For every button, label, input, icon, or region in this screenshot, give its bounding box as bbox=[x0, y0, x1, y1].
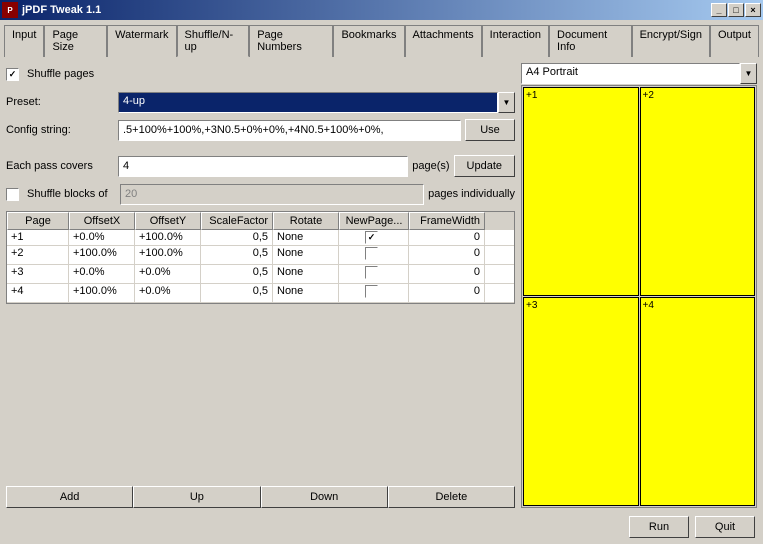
config-label: Config string: bbox=[6, 124, 114, 136]
blocks-checkbox[interactable] bbox=[6, 188, 19, 201]
up-button[interactable]: Up bbox=[133, 486, 260, 508]
cell[interactable]: 0,5 bbox=[201, 284, 273, 302]
cell[interactable]: 0 bbox=[409, 246, 485, 264]
cell[interactable]: +1 bbox=[7, 230, 69, 245]
tab-bar: InputPage SizeWatermarkShuffle/N-upPage … bbox=[4, 24, 759, 57]
shuffle-table: PageOffsetXOffsetYScaleFactorRotateNewPa… bbox=[6, 211, 515, 304]
cell[interactable] bbox=[339, 230, 409, 245]
column-header[interactable]: NewPage... bbox=[339, 212, 409, 230]
cell[interactable]: +0.0% bbox=[135, 265, 201, 283]
preview-page-label: +2 bbox=[643, 90, 654, 101]
left-pane: Shuffle pages Preset: 4-up ▼ Config stri… bbox=[6, 63, 515, 508]
preset-label: Preset: bbox=[6, 96, 114, 108]
delete-button[interactable]: Delete bbox=[388, 486, 515, 508]
quit-button[interactable]: Quit bbox=[695, 516, 755, 538]
config-input[interactable] bbox=[118, 120, 461, 141]
shuffle-pages-label: Shuffle pages bbox=[27, 68, 94, 80]
use-button[interactable]: Use bbox=[465, 119, 515, 141]
individually-label: pages individually bbox=[428, 188, 515, 200]
cell[interactable]: +0.0% bbox=[69, 230, 135, 245]
blocks-input bbox=[120, 184, 424, 205]
column-header[interactable]: Page bbox=[7, 212, 69, 230]
tab-shuffle-n-up[interactable]: Shuffle/N-up bbox=[177, 25, 250, 57]
pass-input[interactable] bbox=[118, 156, 408, 177]
shuffle-pages-checkbox[interactable] bbox=[6, 68, 19, 81]
down-button[interactable]: Down bbox=[261, 486, 388, 508]
table-row[interactable]: +3+0.0%+0.0%0,5None0 bbox=[7, 265, 514, 284]
cell[interactable]: 0 bbox=[409, 284, 485, 302]
update-button[interactable]: Update bbox=[454, 155, 515, 177]
cell[interactable]: +0.0% bbox=[135, 284, 201, 302]
media-select[interactable]: A4 Portrait bbox=[521, 63, 740, 84]
preview-page: +4 bbox=[640, 297, 756, 506]
tab-output[interactable]: Output bbox=[710, 25, 759, 57]
cell[interactable]: None bbox=[273, 246, 339, 264]
newpage-checkbox[interactable] bbox=[365, 266, 378, 279]
preview-page-label: +4 bbox=[643, 300, 654, 311]
cell[interactable]: +100.0% bbox=[135, 230, 201, 245]
newpage-checkbox[interactable] bbox=[365, 247, 378, 260]
cell[interactable]: None bbox=[273, 265, 339, 283]
table-row[interactable]: +1+0.0%+100.0%0,5None 0 bbox=[7, 230, 514, 246]
column-header[interactable]: ScaleFactor bbox=[201, 212, 273, 230]
close-button[interactable]: × bbox=[745, 3, 761, 17]
titlebar: P jPDF Tweak 1.1 _ □ × bbox=[0, 0, 763, 20]
cell[interactable]: 0,5 bbox=[201, 230, 273, 245]
tab-input[interactable]: Input bbox=[4, 25, 44, 57]
cell[interactable]: +3 bbox=[7, 265, 69, 283]
cell[interactable]: None bbox=[273, 230, 339, 245]
media-dropdown-icon[interactable]: ▼ bbox=[740, 63, 757, 84]
preview-page: +1 bbox=[523, 87, 639, 296]
tab-encrypt-sign[interactable]: Encrypt/Sign bbox=[632, 25, 710, 57]
tab-watermark[interactable]: Watermark bbox=[107, 25, 176, 57]
column-header[interactable]: OffsetY bbox=[135, 212, 201, 230]
tab-interaction[interactable]: Interaction bbox=[482, 25, 549, 57]
cell[interactable]: +100.0% bbox=[135, 246, 201, 264]
column-header[interactable]: OffsetX bbox=[69, 212, 135, 230]
cell[interactable]: 0 bbox=[409, 265, 485, 283]
cell[interactable]: +2 bbox=[7, 246, 69, 264]
preview-page-label: +1 bbox=[526, 90, 537, 101]
tab-document-info[interactable]: Document Info bbox=[549, 25, 632, 57]
cell[interactable] bbox=[339, 284, 409, 302]
cell[interactable]: +0.0% bbox=[69, 265, 135, 283]
maximize-button[interactable]: □ bbox=[728, 3, 744, 17]
tab-page-numbers[interactable]: Page Numbers bbox=[249, 25, 333, 57]
preview-page: +3 bbox=[523, 297, 639, 506]
cell[interactable]: None bbox=[273, 284, 339, 302]
cell[interactable]: 0,5 bbox=[201, 265, 273, 283]
cell[interactable]: +100.0% bbox=[69, 284, 135, 302]
blocks-label: Shuffle blocks of bbox=[27, 188, 116, 200]
preview-page-label: +3 bbox=[526, 300, 537, 311]
preview-area: +1 +2 +3 +4 bbox=[521, 85, 757, 508]
tab-attachments[interactable]: Attachments bbox=[405, 25, 482, 57]
pass-label: Each pass covers bbox=[6, 160, 114, 172]
cell[interactable]: 0 bbox=[409, 230, 485, 245]
cell[interactable]: +4 bbox=[7, 284, 69, 302]
column-header[interactable]: Rotate bbox=[273, 212, 339, 230]
table-row[interactable]: +4+100.0%+0.0%0,5None 0 bbox=[7, 284, 514, 303]
run-button[interactable]: Run bbox=[629, 516, 689, 538]
preset-dropdown-icon[interactable]: ▼ bbox=[498, 92, 515, 113]
cell[interactable]: 0,5 bbox=[201, 246, 273, 264]
cell[interactable]: +100.0% bbox=[69, 246, 135, 264]
newpage-checkbox[interactable] bbox=[365, 285, 378, 298]
add-button[interactable]: Add bbox=[6, 486, 133, 508]
preset-select[interactable]: 4-up bbox=[118, 92, 498, 113]
tab-page-size[interactable]: Page Size bbox=[44, 25, 107, 57]
newpage-checkbox[interactable] bbox=[365, 231, 378, 244]
tab-bookmarks[interactable]: Bookmarks bbox=[333, 25, 404, 57]
pages-label: page(s) bbox=[412, 160, 449, 172]
app-icon: P bbox=[2, 2, 18, 18]
cell[interactable] bbox=[339, 246, 409, 264]
column-header[interactable]: FrameWidth bbox=[409, 212, 485, 230]
minimize-button[interactable]: _ bbox=[711, 3, 727, 17]
window-title: jPDF Tweak 1.1 bbox=[22, 4, 711, 16]
right-pane: A4 Portrait ▼ +1 +2 +3 +4 bbox=[521, 63, 757, 508]
table-row[interactable]: +2+100.0%+100.0%0,5None0 bbox=[7, 246, 514, 265]
cell[interactable] bbox=[339, 265, 409, 283]
preview-page: +2 bbox=[640, 87, 756, 296]
